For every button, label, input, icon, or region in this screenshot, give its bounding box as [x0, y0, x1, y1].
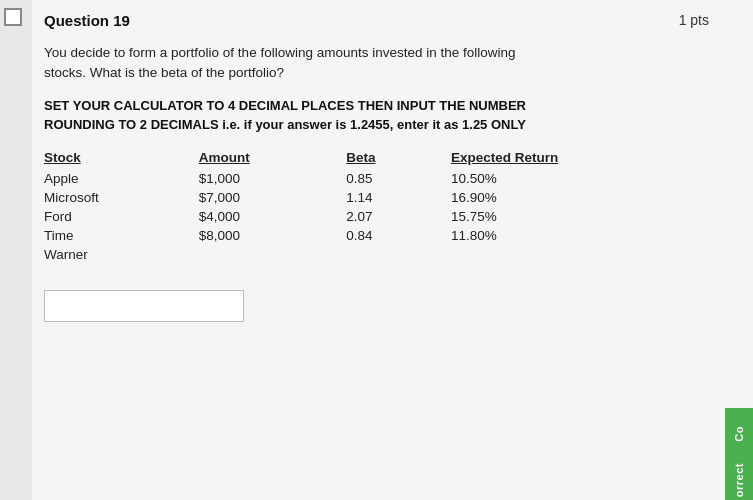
answer-input[interactable] — [44, 290, 244, 322]
main-content: Question 19 1 pts You decide to form a p… — [32, 0, 725, 500]
checkbox-icon[interactable] — [4, 8, 22, 26]
question-body: You decide to form a portfolio of the fo… — [44, 43, 709, 84]
cell-expected_return-0: 10.50% — [451, 169, 709, 188]
cell-expected_return-1: 16.90% — [451, 188, 709, 207]
body-line1: You decide to form a portfolio of the fo… — [44, 45, 516, 60]
right-panel: Co orrect — [725, 0, 753, 500]
cell-amount-1: $7,000 — [199, 188, 346, 207]
cell-stock-1: Microsoft — [44, 188, 199, 207]
table-row: Ford$4,0002.0715.75% — [44, 207, 709, 226]
cell-beta-3: 0.84 — [346, 226, 451, 245]
left-icon-area — [0, 0, 32, 500]
col-header-beta: Beta — [346, 149, 451, 169]
cell-expected_return-3: 11.80% — [451, 226, 709, 245]
correct-badge-bottom-label: orrect — [733, 463, 745, 497]
cell-amount-0: $1,000 — [199, 169, 346, 188]
table-row: Apple$1,0000.8510.50% — [44, 169, 709, 188]
stock-table: Stock Amount Beta Expected Return Apple$… — [44, 149, 709, 264]
body-line2: stocks. What is the beta of the portfoli… — [44, 65, 284, 80]
col-header-amount: Amount — [199, 149, 346, 169]
col-header-stock: Stock — [44, 149, 199, 169]
cell-beta-4 — [346, 245, 451, 264]
cell-beta-0: 0.85 — [346, 169, 451, 188]
table-row: Warner — [44, 245, 709, 264]
question-header: Question 19 1 pts — [44, 12, 709, 29]
cell-expected_return-4 — [451, 245, 709, 264]
correct-badge-bottom: orrect — [725, 460, 753, 500]
calculator-note: SET YOUR CALCULATOR TO 4 DECIMAL PLACES … — [44, 96, 709, 135]
col-header-expected-return: Expected Return — [451, 149, 709, 169]
page-wrapper: Question 19 1 pts You decide to form a p… — [0, 0, 753, 500]
cell-beta-1: 1.14 — [346, 188, 451, 207]
cell-stock-3: Time — [44, 226, 199, 245]
points-label: 1 pts — [679, 12, 709, 28]
cell-beta-2: 2.07 — [346, 207, 451, 226]
cell-stock-2: Ford — [44, 207, 199, 226]
correct-badge-top-label: Co — [733, 426, 745, 442]
table-row: Time$8,0000.8411.80% — [44, 226, 709, 245]
cell-expected_return-2: 15.75% — [451, 207, 709, 226]
table-row: Microsoft$7,0001.1416.90% — [44, 188, 709, 207]
cell-stock-4: Warner — [44, 245, 199, 264]
cell-stock-0: Apple — [44, 169, 199, 188]
correct-badge-top: Co — [725, 408, 753, 460]
cell-amount-2: $4,000 — [199, 207, 346, 226]
question-title: Question 19 — [44, 12, 130, 29]
cell-amount-4 — [199, 245, 346, 264]
cell-amount-3: $8,000 — [199, 226, 346, 245]
